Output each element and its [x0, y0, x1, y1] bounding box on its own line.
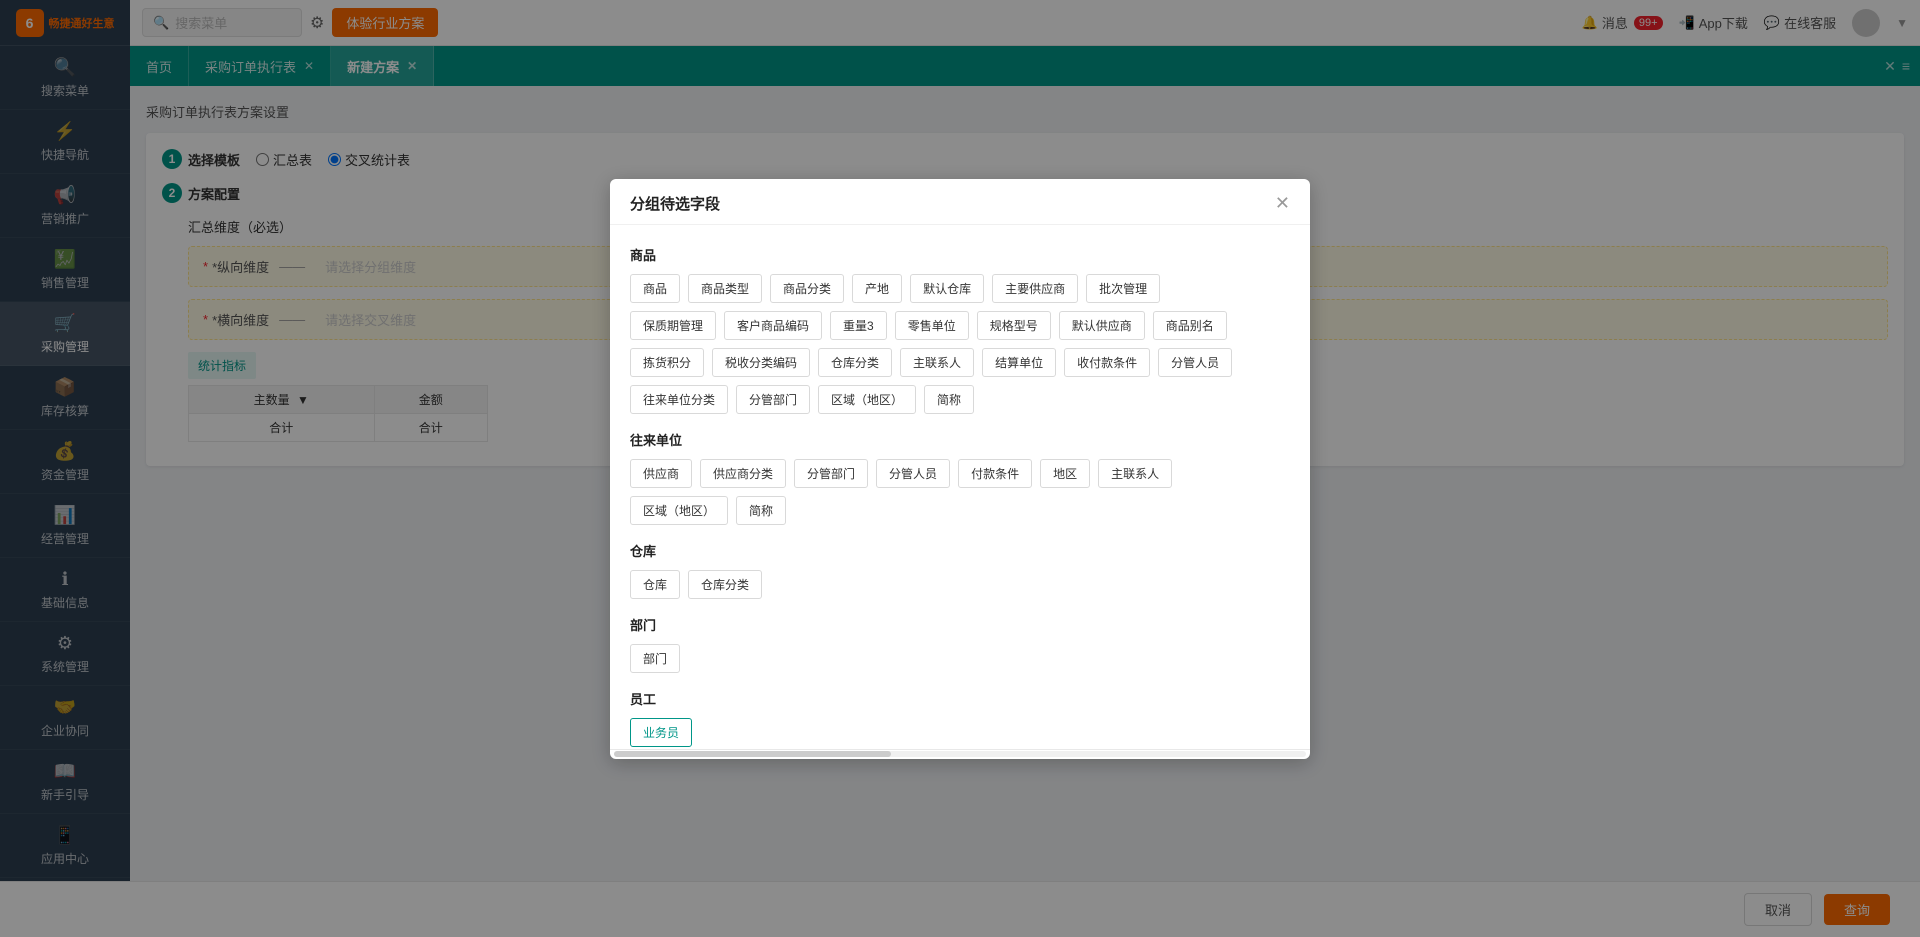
field-tag[interactable]: 默认供应商 — [1059, 311, 1145, 340]
section-title-dept: 部门 — [630, 615, 1290, 634]
field-tag[interactable]: 重量3 — [830, 311, 887, 340]
field-tag[interactable]: 简称 — [736, 496, 786, 525]
hscroll-thumb[interactable] — [614, 751, 891, 757]
field-tag[interactable]: 区域（地区） — [630, 496, 728, 525]
field-tag[interactable]: 产地 — [852, 274, 902, 303]
field-tags-product-4: 往来单位分类 分管部门 区域（地区） 简称 — [630, 385, 1290, 414]
field-tags-product-3: 拣货积分 税收分类编码 仓库分类 主联系人 结算单位 收付款条件 分管人员 — [630, 348, 1290, 377]
field-tag[interactable]: 商品分类 — [770, 274, 844, 303]
section-title-employee: 员工 — [630, 689, 1290, 708]
field-tag[interactable]: 保质期管理 — [630, 311, 716, 340]
field-tag[interactable]: 主联系人 — [1098, 459, 1172, 488]
field-tag[interactable]: 业务员 — [630, 718, 692, 747]
field-tags-partner: 供应商 供应商分类 分管部门 分管人员 付款条件 地区 主联系人 — [630, 459, 1290, 488]
field-tag[interactable]: 结算单位 — [982, 348, 1056, 377]
field-tag[interactable]: 供应商 — [630, 459, 692, 488]
field-tag[interactable]: 供应商分类 — [700, 459, 786, 488]
field-tag[interactable]: 付款条件 — [958, 459, 1032, 488]
field-tag[interactable]: 主要供应商 — [992, 274, 1078, 303]
section-title-product: 商品 — [630, 245, 1290, 264]
modal-close-icon[interactable]: ✕ — [1275, 194, 1290, 212]
section-title-partner: 往来单位 — [630, 430, 1290, 449]
modal-overlay[interactable]: 分组待选字段 ✕ 商品 商品 商品类型 商品分类 产地 默认仓库 主要供应商 批… — [0, 0, 1920, 937]
field-tags-product: 商品 商品类型 商品分类 产地 默认仓库 主要供应商 批次管理 — [630, 274, 1290, 303]
field-tag[interactable]: 客户商品编码 — [724, 311, 822, 340]
field-tags-dept: 部门 — [630, 644, 1290, 673]
field-tag[interactable]: 主联系人 — [900, 348, 974, 377]
field-tag[interactable]: 商品别名 — [1153, 311, 1227, 340]
field-tag[interactable]: 仓库 — [630, 570, 680, 599]
field-tag[interactable]: 收付款条件 — [1064, 348, 1150, 377]
field-tag[interactable]: 分管人员 — [1158, 348, 1232, 377]
field-tag[interactable]: 简称 — [924, 385, 974, 414]
field-tag[interactable]: 地区 — [1040, 459, 1090, 488]
field-tags-employee: 业务员 — [630, 718, 1290, 747]
field-tags-partner-2: 区域（地区） 简称 — [630, 496, 1290, 525]
hscroll-track — [614, 751, 1306, 757]
field-tag[interactable]: 拣货积分 — [630, 348, 704, 377]
field-tag[interactable]: 分管人员 — [876, 459, 950, 488]
field-tag[interactable]: 税收分类编码 — [712, 348, 810, 377]
field-tag[interactable]: 默认仓库 — [910, 274, 984, 303]
section-title-warehouse: 仓库 — [630, 541, 1290, 560]
modal-title: 分组待选字段 — [630, 193, 720, 214]
field-tag[interactable]: 部门 — [630, 644, 680, 673]
field-tag[interactable]: 批次管理 — [1086, 274, 1160, 303]
field-tag[interactable]: 商品类型 — [688, 274, 762, 303]
field-tag[interactable]: 商品 — [630, 274, 680, 303]
field-tag[interactable]: 往来单位分类 — [630, 385, 728, 414]
modal-header: 分组待选字段 ✕ — [610, 179, 1310, 225]
field-tag[interactable]: 区域（地区） — [818, 385, 916, 414]
field-tag[interactable]: 仓库分类 — [818, 348, 892, 377]
field-tag[interactable]: 仓库分类 — [688, 570, 762, 599]
field-tag[interactable]: 规格型号 — [977, 311, 1051, 340]
field-tags-product-2: 保质期管理 客户商品编码 重量3 零售单位 规格型号 默认供应商 商品别名 — [630, 311, 1290, 340]
field-tag[interactable]: 分管部门 — [794, 459, 868, 488]
modal-hscrollbar[interactable] — [610, 749, 1310, 759]
field-tags-warehouse: 仓库 仓库分类 — [630, 570, 1290, 599]
field-tag[interactable]: 零售单位 — [895, 311, 969, 340]
modal-body[interactable]: 商品 商品 商品类型 商品分类 产地 默认仓库 主要供应商 批次管理 保质期管理… — [610, 225, 1310, 749]
field-select-modal: 分组待选字段 ✕ 商品 商品 商品类型 商品分类 产地 默认仓库 主要供应商 批… — [610, 179, 1310, 759]
field-tag[interactable]: 分管部门 — [736, 385, 810, 414]
